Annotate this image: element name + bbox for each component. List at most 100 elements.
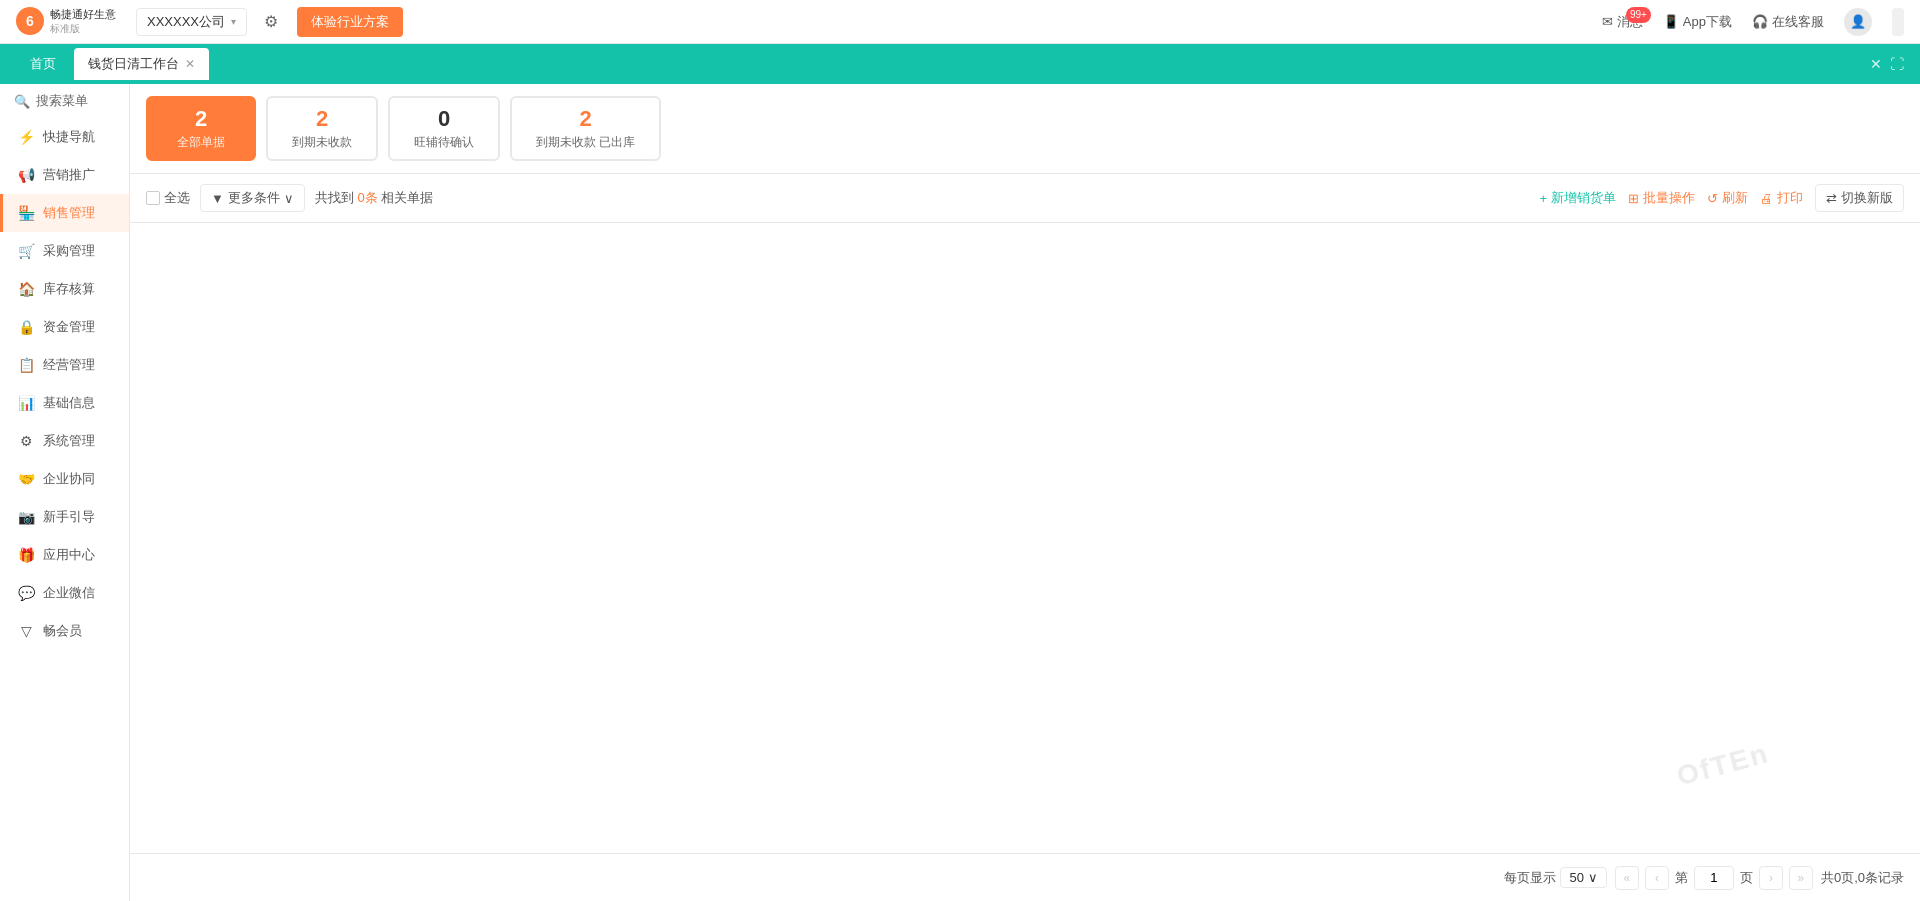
sidebar-item-label: 营销推广	[43, 166, 95, 184]
app-download-button[interactable]: 📱 App下载	[1663, 13, 1732, 31]
sidebar-item-label: 采购管理	[43, 242, 95, 260]
next-page-button[interactable]: ›	[1759, 866, 1783, 890]
stat-label-all: 全部单据	[177, 134, 225, 151]
batch-label: 批量操作	[1643, 189, 1695, 207]
switch-icon: ⇄	[1826, 191, 1837, 206]
sidebar-item-label: 销售管理	[43, 204, 95, 222]
sidebar-item-basic-info[interactable]: 📊 基础信息	[0, 384, 129, 422]
sidebar-item-purchase[interactable]: 🛒 采购管理	[0, 232, 129, 270]
prev-page-button[interactable]: ‹	[1645, 866, 1669, 890]
sidebar-item-quick-nav[interactable]: ⚡ 快捷导航	[0, 118, 129, 156]
stat-card-overdue[interactable]: 2 到期未收款	[266, 96, 378, 161]
filter-button[interactable]: ▼ 更多条件 ∨	[200, 184, 305, 212]
company-selector[interactable]: XXXXXX公司 ▾	[136, 8, 247, 36]
page-number-input[interactable]	[1694, 866, 1734, 890]
main-layout: 🔍 搜索菜单 ⚡ 快捷导航 📢 营销推广 🏪 销售管理 🛒 采购管理 🏠 库存核…	[0, 84, 1920, 901]
sales-icon: 🏪	[17, 204, 35, 222]
online-service-button[interactable]: 🎧 在线客服	[1752, 13, 1824, 31]
tab-home[interactable]: 首页	[16, 48, 70, 80]
stat-label-shipped: 到期未收款 已出库	[536, 134, 635, 151]
avatar[interactable]: 👤	[1844, 8, 1872, 36]
tab-close-icon[interactable]: ✕	[185, 57, 195, 71]
select-chevron-icon: ∨	[1588, 870, 1598, 885]
stat-card-all[interactable]: 2 全部单据	[146, 96, 256, 161]
select-all-label: 全选	[164, 189, 190, 207]
page-label: 第	[1675, 869, 1688, 887]
marketing-icon: 📢	[17, 166, 35, 184]
page-suffix: 页	[1740, 869, 1753, 887]
tab-work-station[interactable]: 钱货日清工作台 ✕	[74, 48, 209, 80]
sidebar-item-label: 系统管理	[43, 432, 95, 450]
search-menu-label: 搜索菜单	[36, 92, 88, 110]
system-icon: ⚙	[17, 432, 35, 450]
sidebar-item-member[interactable]: ▽ 畅会员	[0, 612, 129, 650]
stat-card-shipped[interactable]: 2 到期未收款 已出库	[510, 96, 661, 161]
per-page-select[interactable]: 50 ∨	[1560, 867, 1606, 888]
stat-number-all: 2	[195, 106, 207, 132]
per-page-label: 每页显示	[1504, 869, 1556, 887]
sidebar-item-marketing[interactable]: 📢 营销推广	[0, 156, 129, 194]
sidebar-item-inventory[interactable]: 🏠 库存核算	[0, 270, 129, 308]
stat-number-shipped: 2	[580, 106, 592, 132]
logo-icon: 6	[16, 7, 44, 35]
sidebar-item-label: 企业协同	[43, 470, 95, 488]
sidebar-item-collab[interactable]: 🤝 企业协同	[0, 460, 129, 498]
batch-icon: ⊞	[1628, 191, 1639, 206]
stat-number-overdue: 2	[316, 106, 328, 132]
user-name[interactable]	[1892, 8, 1904, 36]
stat-number-wangfu: 0	[438, 106, 450, 132]
tab-bar-right: ✕ ⛶	[1870, 56, 1904, 72]
sidebar-item-label: 快捷导航	[43, 128, 95, 146]
print-label: 打印	[1777, 189, 1803, 207]
pagination: 每页显示 50 ∨ « ‹ 第 页 › » 共0页,0条记录	[130, 853, 1920, 901]
stat-card-wangfu[interactable]: 0 旺辅待确认	[388, 96, 500, 161]
sidebar-item-tutorial[interactable]: 📷 新手引导	[0, 498, 129, 536]
sidebar-item-operations[interactable]: 📋 经营管理	[0, 346, 129, 384]
sidebar-item-finance[interactable]: 🔒 资金管理	[0, 308, 129, 346]
expand-window-icon[interactable]: ⛶	[1890, 56, 1904, 72]
sidebar-item-app-center[interactable]: 🎁 应用中心	[0, 536, 129, 574]
filter-icon: ▼	[211, 191, 224, 206]
close-window-icon[interactable]: ✕	[1870, 56, 1882, 72]
toolbar-right: + 新增销货单 ⊞ 批量操作 ↺ 刷新 🖨 打印 ⇄ 切换新版	[1539, 184, 1904, 212]
new-order-button[interactable]: + 新增销货单	[1539, 189, 1616, 207]
top-header: 6 畅捷通好生意 标准版 XXXXXX公司 ▾ ⚙ 体验行业方案 ✉ 消息 99…	[0, 0, 1920, 44]
app-center-icon: 🎁	[17, 546, 35, 564]
new-order-label: 新增销货单	[1551, 189, 1616, 207]
print-button[interactable]: 🖨 打印	[1760, 189, 1803, 207]
search-menu-button[interactable]: 🔍 搜索菜单	[0, 84, 129, 118]
switch-version-button[interactable]: ⇄ 切换新版	[1815, 184, 1904, 212]
member-icon: ▽	[17, 622, 35, 640]
content-area: 2 全部单据 2 到期未收款 0 旺辅待确认 2 到期未收款 已出库 全选	[130, 84, 1920, 901]
sidebar-item-enterprise-wechat[interactable]: 💬 企业微信	[0, 574, 129, 612]
finance-icon: 🔒	[17, 318, 35, 336]
select-all-checkbox[interactable]: 全选	[146, 189, 190, 207]
home-tab-label: 首页	[30, 55, 56, 73]
online-service-label: 在线客服	[1772, 13, 1824, 31]
refresh-label: 刷新	[1722, 189, 1748, 207]
search-icon: 🔍	[14, 94, 30, 109]
stat-label-overdue: 到期未收款	[292, 134, 352, 151]
basic-info-icon: 📊	[17, 394, 35, 412]
company-name: XXXXXX公司	[147, 13, 225, 31]
first-page-button[interactable]: «	[1615, 866, 1639, 890]
sidebar-item-sales[interactable]: 🏪 销售管理	[0, 194, 129, 232]
trial-button[interactable]: 体验行业方案	[297, 7, 403, 37]
logo-area: 6 畅捷通好生意 标准版	[16, 7, 136, 35]
app-download-label: App下载	[1683, 13, 1732, 31]
sidebar-item-label: 新手引导	[43, 508, 95, 526]
last-page-button[interactable]: »	[1789, 866, 1813, 890]
stat-label-wangfu: 旺辅待确认	[414, 134, 474, 151]
settings-button[interactable]: ⚙	[255, 6, 287, 38]
sidebar-item-system[interactable]: ⚙ 系统管理	[0, 422, 129, 460]
message-badge: 99+	[1626, 7, 1651, 23]
app-name: 畅捷通好生意	[50, 7, 116, 21]
chevron-down-icon: ▾	[231, 16, 236, 27]
batch-operation-button[interactable]: ⊞ 批量操作	[1628, 189, 1695, 207]
message-button[interactable]: ✉ 消息 99+	[1602, 13, 1643, 31]
tab-bar: 首页 钱货日清工作台 ✕ ✕ ⛶	[0, 44, 1920, 84]
switch-label: 切换新版	[1841, 189, 1893, 207]
sidebar-item-label: 基础信息	[43, 394, 95, 412]
per-page-value: 50	[1569, 870, 1583, 885]
refresh-button[interactable]: ↺ 刷新	[1707, 189, 1748, 207]
